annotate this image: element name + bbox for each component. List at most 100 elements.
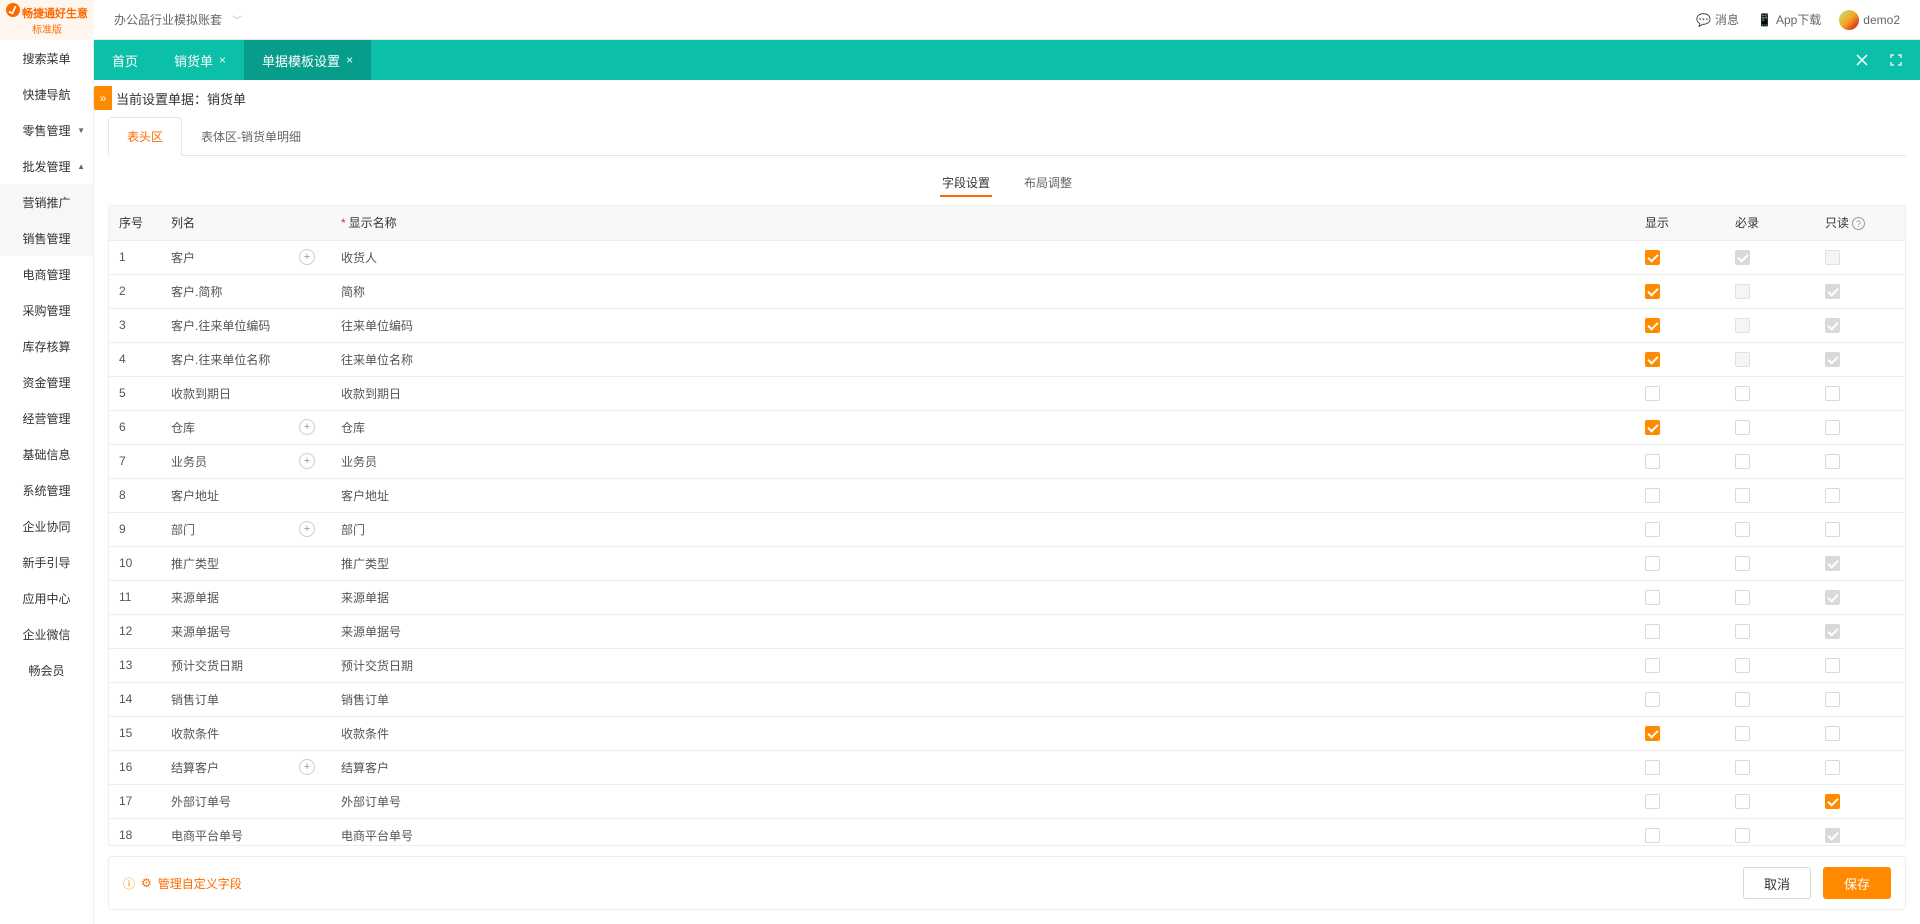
checkbox-show[interactable] (1645, 284, 1660, 299)
sidebar-item[interactable]: 批发管理▲ (0, 148, 93, 184)
row-display-name[interactable]: 电商平台单号 (331, 818, 1635, 846)
add-icon[interactable]: + (299, 453, 315, 469)
add-icon[interactable]: + (299, 521, 315, 537)
checkbox-readonly[interactable] (1825, 420, 1840, 435)
main-tab[interactable]: 首页 (94, 40, 156, 80)
sidebar-item[interactable]: 系统管理 (0, 472, 93, 508)
help-icon[interactable]: ? (1852, 217, 1865, 230)
sidebar-item[interactable]: 企业微信 (0, 616, 93, 652)
sidebar-item[interactable]: 营销推广 (0, 184, 93, 220)
sub-tab[interactable]: 字段设置 (940, 170, 992, 197)
checkbox-show[interactable] (1645, 726, 1660, 741)
row-display-name[interactable]: 销售订单 (331, 682, 1635, 716)
row-display-name[interactable]: 结算客户 (331, 750, 1635, 784)
sidebar-item[interactable]: 搜索菜单 (0, 40, 93, 76)
account-set-selector[interactable]: 办公品行业模拟账套 ﹀ (94, 11, 262, 28)
checkbox-required[interactable] (1735, 658, 1750, 673)
close-icon[interactable]: × (219, 53, 226, 67)
sidebar-item[interactable]: 应用中心 (0, 580, 93, 616)
checkbox-readonly[interactable] (1825, 794, 1840, 809)
main-tab[interactable]: 单据模板设置× (244, 40, 371, 80)
checkbox-show[interactable] (1645, 318, 1660, 333)
checkbox-show[interactable] (1645, 522, 1660, 537)
checkbox-readonly[interactable] (1825, 522, 1840, 537)
sidebar-item[interactable]: 经营管理 (0, 400, 93, 436)
section-tab[interactable]: 表体区-销货单明细 (182, 117, 320, 156)
sub-tab[interactable]: 布局调整 (1022, 170, 1074, 197)
add-icon[interactable]: + (299, 759, 315, 775)
row-display-name[interactable]: 来源单据号 (331, 614, 1635, 648)
add-icon[interactable]: + (299, 419, 315, 435)
close-icon[interactable]: × (346, 53, 353, 67)
row-display-name[interactable]: 收款到期日 (331, 376, 1635, 410)
row-display-name[interactable]: 收货人 (331, 240, 1635, 274)
checkbox-show[interactable] (1645, 386, 1660, 401)
checkbox-show[interactable] (1645, 794, 1660, 809)
logo[interactable]: 畅捷通好生意 标准版 (0, 0, 94, 40)
checkbox-required[interactable] (1735, 760, 1750, 775)
row-display-name[interactable]: 外部订单号 (331, 784, 1635, 818)
checkbox-readonly[interactable] (1825, 454, 1840, 469)
checkbox-required[interactable] (1735, 828, 1750, 843)
checkbox-required[interactable] (1735, 488, 1750, 503)
row-display-name[interactable]: 预计交货日期 (331, 648, 1635, 682)
checkbox-show[interactable] (1645, 760, 1660, 775)
checkbox-readonly[interactable] (1825, 760, 1840, 775)
checkbox-readonly[interactable] (1825, 726, 1840, 741)
checkbox-readonly[interactable] (1825, 386, 1840, 401)
sidebar-item[interactable]: 企业协同 (0, 508, 93, 544)
save-button[interactable]: 保存 (1823, 867, 1891, 899)
checkbox-show[interactable] (1645, 250, 1660, 265)
checkbox-required[interactable] (1735, 386, 1750, 401)
user-menu[interactable]: demo2 (1839, 10, 1900, 30)
row-display-name[interactable]: 简称 (331, 274, 1635, 308)
sidebar-item[interactable]: 采购管理 (0, 292, 93, 328)
checkbox-show[interactable] (1645, 828, 1660, 843)
sidebar-item[interactable]: 库存核算 (0, 328, 93, 364)
row-display-name[interactable]: 来源单据 (331, 580, 1635, 614)
sidebar-item[interactable]: 资金管理 (0, 364, 93, 400)
checkbox-show[interactable] (1645, 454, 1660, 469)
checkbox-show[interactable] (1645, 420, 1660, 435)
checkbox-show[interactable] (1645, 352, 1660, 367)
manage-custom-fields-link[interactable]: ⓘ ⚙ 管理自定义字段 (123, 875, 242, 892)
checkbox-readonly[interactable] (1825, 488, 1840, 503)
app-download-button[interactable]: 📱 App下载 (1757, 11, 1821, 28)
add-icon[interactable]: + (299, 249, 315, 265)
checkbox-required[interactable] (1735, 420, 1750, 435)
row-display-name[interactable]: 业务员 (331, 444, 1635, 478)
fullscreen-button[interactable] (1884, 48, 1908, 72)
row-display-name[interactable]: 客户地址 (331, 478, 1635, 512)
section-tab[interactable]: 表头区 (108, 117, 182, 156)
checkbox-show[interactable] (1645, 658, 1660, 673)
checkbox-readonly[interactable] (1825, 658, 1840, 673)
sidebar-item[interactable]: 零售管理▼ (0, 112, 93, 148)
checkbox-required[interactable] (1735, 556, 1750, 571)
checkbox-show[interactable] (1645, 624, 1660, 639)
checkbox-required[interactable] (1735, 692, 1750, 707)
close-all-tabs-button[interactable] (1850, 48, 1874, 72)
checkbox-required[interactable] (1735, 726, 1750, 741)
checkbox-show[interactable] (1645, 692, 1660, 707)
checkbox-required[interactable] (1735, 624, 1750, 639)
checkbox-required[interactable] (1735, 522, 1750, 537)
checkbox-required[interactable] (1735, 454, 1750, 469)
row-display-name[interactable]: 部门 (331, 512, 1635, 546)
checkbox-required[interactable] (1735, 590, 1750, 605)
messages-button[interactable]: 💬 消息 (1696, 11, 1739, 28)
sidebar-item[interactable]: 基础信息 (0, 436, 93, 472)
checkbox-show[interactable] (1645, 488, 1660, 503)
fields-table-wrap[interactable]: 序号 列名 *显示名称 显示 必录 只读? 1客户+收货人2客户.简称简称3客户… (108, 205, 1906, 846)
sidebar-item[interactable]: 新手引导 (0, 544, 93, 580)
row-display-name[interactable]: 往来单位编码 (331, 308, 1635, 342)
panel-expand-handle[interactable]: » (94, 86, 112, 110)
row-display-name[interactable]: 仓库 (331, 410, 1635, 444)
row-display-name[interactable]: 推广类型 (331, 546, 1635, 580)
sidebar-item[interactable]: 畅会员 (0, 652, 93, 688)
checkbox-readonly[interactable] (1825, 692, 1840, 707)
row-display-name[interactable]: 收款条件 (331, 716, 1635, 750)
checkbox-show[interactable] (1645, 556, 1660, 571)
row-display-name[interactable]: 往来单位名称 (331, 342, 1635, 376)
sidebar-item[interactable]: 销售管理 (0, 220, 93, 256)
sidebar-item[interactable]: 电商管理 (0, 256, 93, 292)
